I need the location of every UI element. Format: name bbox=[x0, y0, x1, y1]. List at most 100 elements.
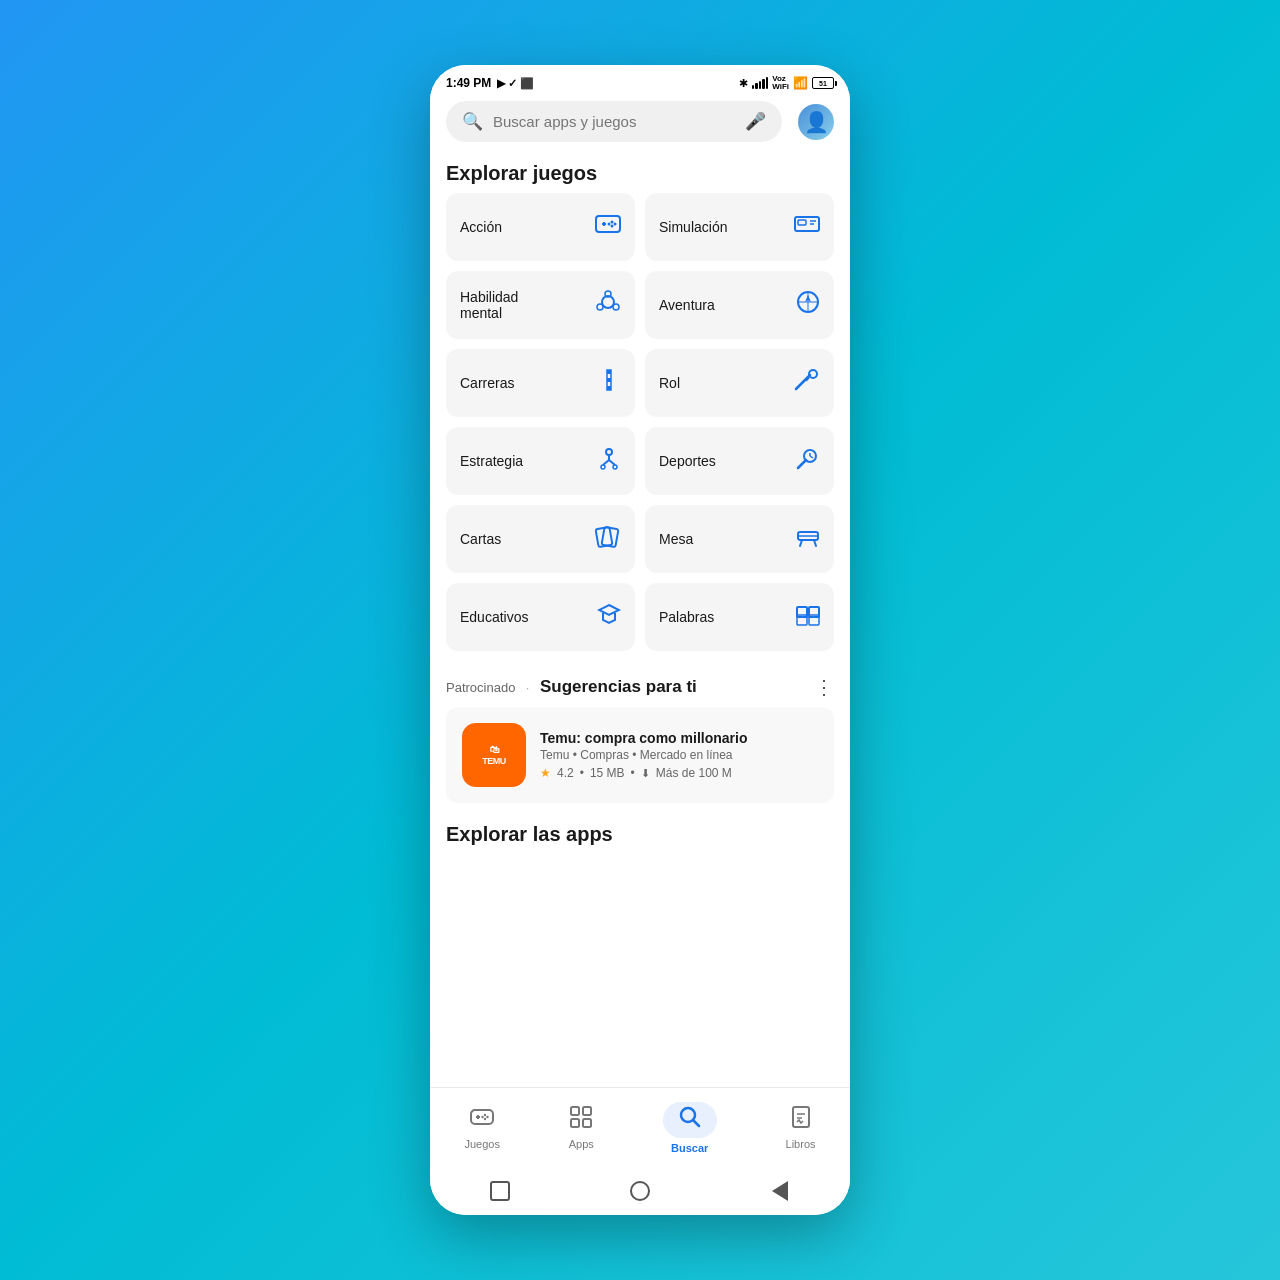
games-nav-icon bbox=[470, 1108, 494, 1133]
search-bar[interactable]: 🔍 🎤 bbox=[446, 101, 782, 142]
svg-point-34 bbox=[613, 465, 617, 469]
category-label-mesa: Mesa bbox=[659, 531, 693, 547]
category-icon-estrategia bbox=[597, 446, 621, 476]
svg-rect-8 bbox=[798, 220, 806, 225]
category-deportes[interactable]: Deportes bbox=[645, 427, 834, 495]
svg-point-6 bbox=[608, 223, 611, 226]
category-label-deportes: Deportes bbox=[659, 453, 716, 469]
svg-rect-24 bbox=[607, 378, 611, 382]
nav-icon-wrap-libros bbox=[791, 1106, 811, 1134]
sponsored-meta: Patrocinado · Sugerencias para ti bbox=[446, 677, 697, 697]
search-row: 🔍 🎤 👤 bbox=[430, 101, 850, 150]
bluetooth-icon: ✱ bbox=[739, 77, 748, 90]
svg-point-33 bbox=[601, 465, 605, 469]
nav-icon-wrap-buscar bbox=[663, 1102, 717, 1138]
category-icon-mesa bbox=[796, 524, 820, 554]
category-icon-aventura bbox=[796, 290, 820, 320]
svg-point-56 bbox=[481, 1115, 483, 1117]
svg-line-38 bbox=[810, 456, 813, 458]
sponsored-title: Sugerencias para ti bbox=[540, 677, 697, 696]
status-icons-left: ▶ ✓ ⬛ bbox=[497, 77, 534, 90]
sponsored-header: Patrocinado · Sugerencias para ti ⋮ bbox=[430, 659, 850, 707]
search-input[interactable] bbox=[493, 113, 735, 130]
status-bar: 1:49 PM ▶ ✓ ⬛ ✱ VozWiFi 📶 51 bbox=[430, 65, 850, 101]
category-label-rol: Rol bbox=[659, 375, 680, 391]
category-icon-accion bbox=[595, 213, 621, 241]
category-rol[interactable]: Rol bbox=[645, 349, 834, 417]
category-icon-deportes bbox=[796, 446, 820, 476]
category-icon-palabras bbox=[796, 602, 820, 632]
category-icon-educativos bbox=[597, 603, 621, 631]
square-icon bbox=[490, 1181, 510, 1201]
category-mesa[interactable]: Mesa bbox=[645, 505, 834, 573]
category-label-palabras: Palabras bbox=[659, 609, 714, 625]
nav-item-juegos[interactable]: Juegos bbox=[448, 1098, 515, 1158]
back-arrow-icon bbox=[772, 1181, 788, 1201]
books-nav-icon bbox=[791, 1108, 811, 1133]
svg-rect-60 bbox=[583, 1119, 591, 1127]
category-estrategia[interactable]: Estrategia bbox=[446, 427, 635, 495]
category-grid: Acción Simulación bbox=[430, 193, 850, 659]
more-options-icon[interactable]: ⋮ bbox=[814, 675, 834, 699]
category-aventura[interactable]: Aventura bbox=[645, 271, 834, 339]
mic-icon[interactable]: 🎤 bbox=[745, 111, 766, 132]
avatar[interactable]: 👤 bbox=[798, 104, 834, 140]
signal-icon bbox=[752, 77, 769, 89]
svg-line-62 bbox=[693, 1120, 699, 1126]
temu-size: 15 MB bbox=[590, 766, 625, 780]
category-icon-carreras bbox=[597, 368, 621, 398]
status-right: ✱ VozWiFi 📶 51 bbox=[739, 75, 834, 91]
category-habilidad[interactable]: Habilidad mental bbox=[446, 271, 635, 339]
temu-app-icon: 🛍TEMU bbox=[462, 723, 526, 787]
featured-app-card[interactable]: 🛍TEMU Temu: compra como millonario Temu … bbox=[446, 707, 834, 803]
svg-line-32 bbox=[609, 460, 615, 465]
svg-point-53 bbox=[484, 1113, 486, 1115]
temu-app-info: Temu: compra como millonario Temu • Comp… bbox=[540, 730, 818, 780]
category-icon-cartas bbox=[595, 524, 621, 554]
svg-rect-58 bbox=[583, 1107, 591, 1115]
temu-rating: 4.2 bbox=[557, 766, 574, 780]
svg-point-11 bbox=[602, 296, 614, 308]
category-cartas[interactable]: Cartas bbox=[446, 505, 635, 573]
nav-item-buscar[interactable]: Buscar bbox=[647, 1094, 733, 1162]
category-icon-habilidad bbox=[595, 289, 621, 321]
svg-line-17 bbox=[602, 304, 603, 305]
star-icon: ★ bbox=[540, 766, 551, 780]
apps-nav-icon bbox=[570, 1108, 592, 1133]
category-accion[interactable]: Acción bbox=[446, 193, 635, 261]
recent-apps-button[interactable] bbox=[486, 1177, 514, 1205]
nav-icon-wrap-apps bbox=[570, 1106, 592, 1134]
svg-rect-25 bbox=[607, 386, 611, 390]
nav-icon-wrap-juegos bbox=[470, 1106, 494, 1134]
system-bar bbox=[430, 1167, 850, 1215]
phone-frame: 1:49 PM ▶ ✓ ⬛ ✱ VozWiFi 📶 51 🔍 bbox=[430, 65, 850, 1215]
svg-point-4 bbox=[614, 223, 617, 226]
svg-line-36 bbox=[798, 460, 806, 468]
nav-item-libros[interactable]: Libros bbox=[770, 1098, 832, 1158]
nav-item-apps[interactable]: Apps bbox=[553, 1098, 610, 1158]
svg-line-26 bbox=[796, 375, 810, 389]
category-palabras[interactable]: Palabras bbox=[645, 583, 834, 651]
category-label-simulacion: Simulación bbox=[659, 219, 727, 235]
battery-icon: 51 bbox=[812, 77, 834, 89]
category-icon-rol bbox=[794, 369, 820, 397]
search-nav-icon bbox=[679, 1108, 701, 1133]
category-label-educativos: Educativos bbox=[460, 609, 528, 625]
main-content: 🔍 🎤 👤 Explorar juegos Acción bbox=[430, 101, 850, 1087]
svg-line-16 bbox=[614, 304, 615, 305]
sponsored-label: Patrocinado bbox=[446, 680, 515, 695]
svg-rect-23 bbox=[607, 370, 611, 374]
nav-label-buscar: Buscar bbox=[671, 1142, 708, 1154]
back-button[interactable] bbox=[766, 1177, 794, 1205]
svg-line-31 bbox=[603, 460, 609, 465]
install-count-icon: ⬇ bbox=[641, 767, 650, 780]
category-carreras[interactable]: Carreras bbox=[446, 349, 635, 417]
category-educativos[interactable]: Educativos bbox=[446, 583, 635, 651]
home-button[interactable] bbox=[626, 1177, 654, 1205]
svg-point-55 bbox=[484, 1117, 486, 1119]
category-simulacion[interactable]: Simulación bbox=[645, 193, 834, 261]
temu-installs: Más de 100 M bbox=[656, 766, 732, 780]
status-time: 1:49 PM ▶ ✓ ⬛ bbox=[446, 76, 534, 90]
category-label-estrategia: Estrategia bbox=[460, 453, 523, 469]
explore-games-title: Explorar juegos bbox=[430, 150, 850, 193]
